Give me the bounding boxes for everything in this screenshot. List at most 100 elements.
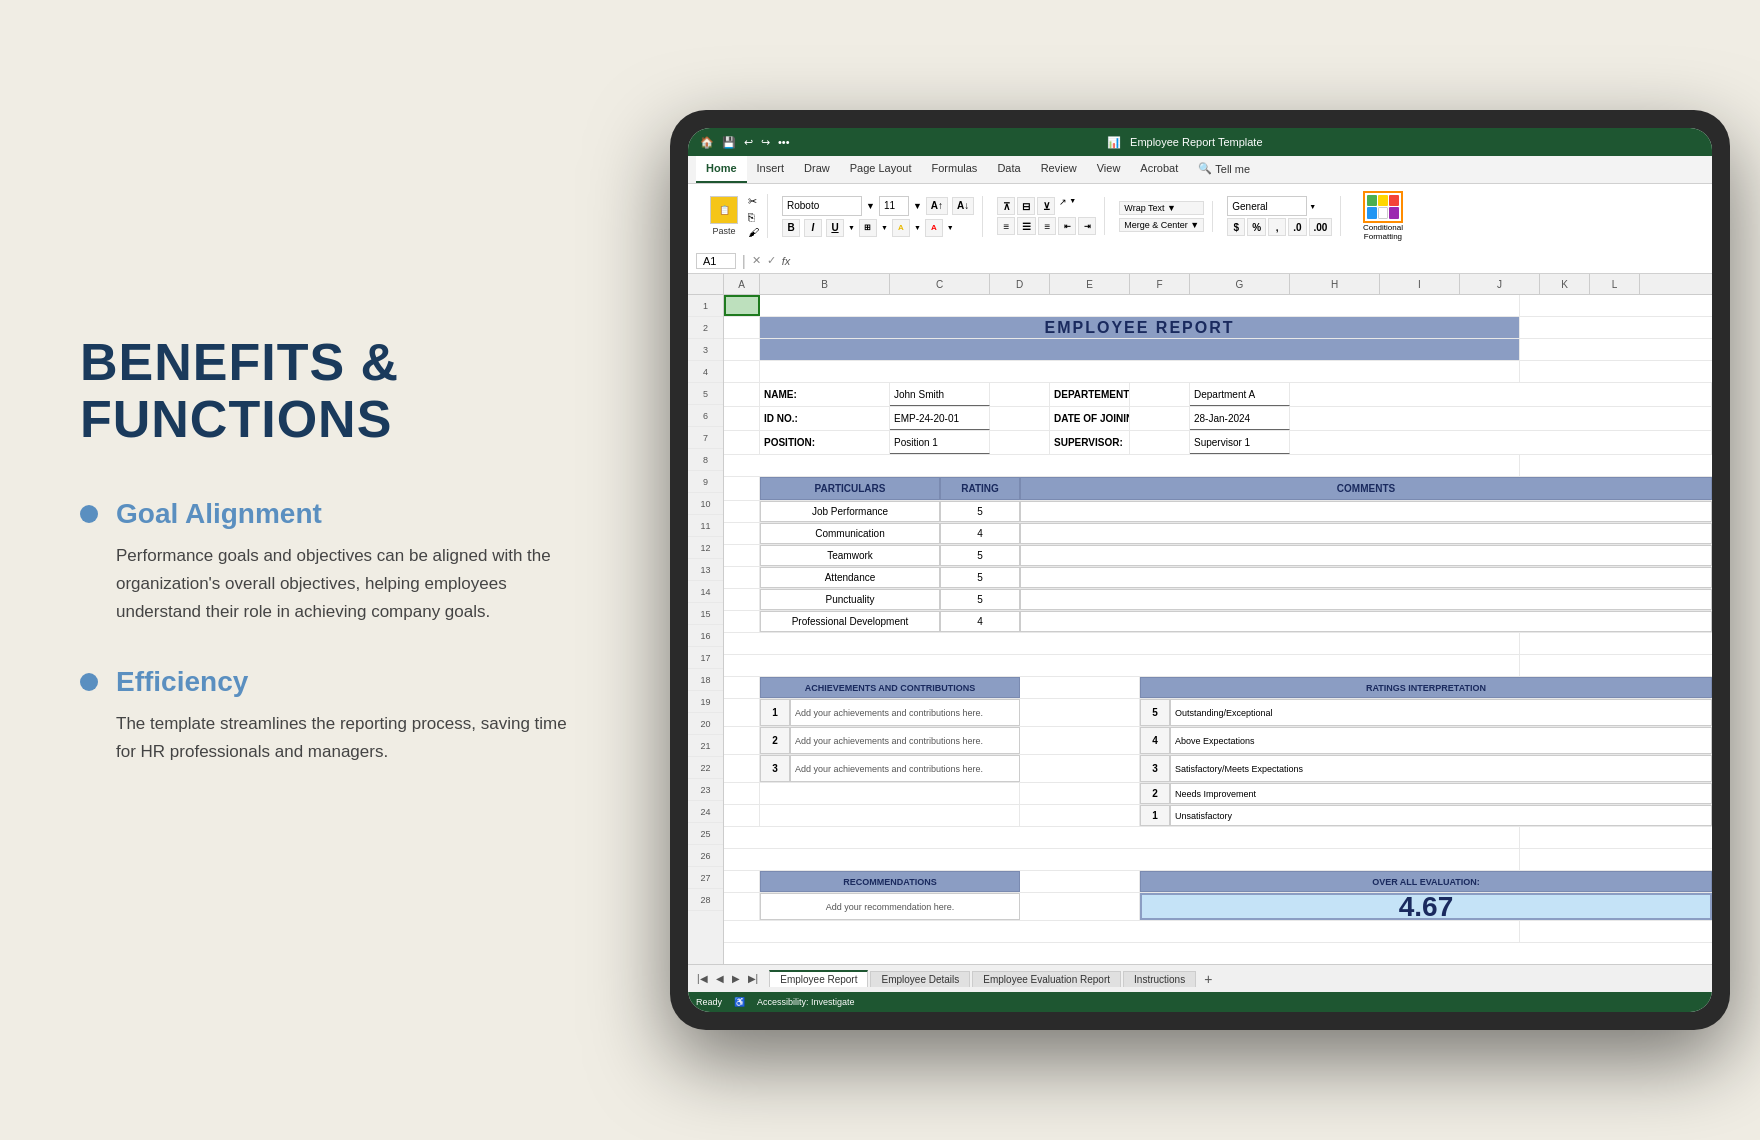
header-particulars[interactable]: PARTICULARS — [760, 477, 940, 500]
border-dropdown[interactable]: ▼ — [881, 224, 888, 231]
cell-id-label[interactable]: ID NO.: — [760, 407, 890, 430]
cell-name-label[interactable]: NAME: — [760, 383, 890, 406]
cell-rest-6[interactable] — [1290, 407, 1712, 430]
cell-a12[interactable] — [724, 545, 760, 566]
ach-text-2[interactable]: Add your achievements and contributions … — [790, 727, 1020, 754]
more-options-icon[interactable]: ••• — [778, 136, 790, 148]
conditional-formatting-label[interactable]: Conditional Formatting — [1355, 223, 1410, 241]
recommendations-text[interactable]: Add your recommendation here. — [760, 893, 1020, 920]
cell-pos-label[interactable]: POSITION: — [760, 431, 890, 454]
tab-insert[interactable]: Insert — [747, 156, 795, 183]
cell-name-value[interactable]: John Smith — [890, 383, 990, 406]
cell-profdev-rating[interactable]: 4 — [940, 611, 1020, 632]
cell-a7[interactable] — [724, 431, 760, 454]
cell-a13[interactable] — [724, 567, 760, 588]
percent-button[interactable]: % — [1247, 218, 1266, 236]
cell-comm-comments[interactable] — [1020, 523, 1712, 544]
cell-b1-merged[interactable] — [760, 295, 1520, 316]
bold-button[interactable]: B — [782, 219, 800, 237]
font-color-button[interactable]: A — [925, 219, 943, 237]
format-painter-button[interactable]: 🖌 — [748, 226, 759, 238]
cell-a26[interactable] — [724, 871, 760, 892]
wrap-text-button[interactable]: Wrap Text ▼ — [1119, 201, 1204, 215]
redo-icon[interactable]: ↪ — [761, 136, 770, 149]
cell-a3[interactable] — [724, 339, 760, 360]
align-top-button[interactable]: ⊼ — [997, 197, 1015, 215]
rating-score-1[interactable]: 1 — [1140, 805, 1170, 826]
overall-score-cell[interactable]: 4.67 — [1140, 893, 1712, 920]
cell-a14[interactable] — [724, 589, 760, 610]
cell-f5[interactable] — [1130, 383, 1190, 406]
cell-attend[interactable]: Attendance — [760, 567, 940, 588]
cell-gap20[interactable] — [1020, 727, 1140, 754]
rating-score-4[interactable]: 4 — [1140, 727, 1170, 754]
tab-page-layout[interactable]: Page Layout — [840, 156, 922, 183]
cell-punct-rating[interactable]: 5 — [940, 589, 1020, 610]
header-comments[interactable]: COMMENTS — [1020, 477, 1712, 500]
cell-doj-label[interactable]: DATE OF JOINING: — [1050, 407, 1130, 430]
cell-row16[interactable] — [724, 633, 1520, 654]
cell-dept-value[interactable]: Department A — [1190, 383, 1290, 406]
cell-row8[interactable] — [724, 455, 1520, 476]
sheet-tab-employee-details[interactable]: Employee Details — [870, 971, 970, 987]
cell-profdev-comments[interactable] — [1020, 611, 1712, 632]
last-sheet-arrow[interactable]: ▶| — [745, 973, 762, 984]
add-sheet-button[interactable]: + — [1198, 971, 1218, 987]
tab-data[interactable]: Data — [987, 156, 1030, 183]
cell-a21[interactable] — [724, 755, 760, 782]
overall-label-cell[interactable]: OVER ALL EVALUATION: — [1140, 871, 1712, 892]
cell-sup-value[interactable]: Supervisor 1 — [1190, 431, 1290, 454]
rating-score-2[interactable]: 2 — [1140, 783, 1170, 804]
cell-a10[interactable] — [724, 501, 760, 522]
ach-num-3[interactable]: 3 — [760, 755, 790, 782]
border-button[interactable]: ⊞ — [859, 219, 877, 237]
cell-a15[interactable] — [724, 611, 760, 632]
cell-b3[interactable] — [760, 339, 1520, 360]
align-right-button[interactable]: ≡ — [1038, 217, 1056, 235]
font-shrink-button[interactable]: A↓ — [952, 197, 974, 215]
formula-confirm-icon[interactable]: ✓ — [767, 254, 776, 267]
cell-gap26[interactable] — [1020, 871, 1140, 892]
cell-a22[interactable] — [724, 783, 760, 804]
rating-label-5[interactable]: Outstanding/Exceptional — [1170, 699, 1712, 726]
cell-a20[interactable] — [724, 727, 760, 754]
decrease-decimal-button[interactable]: .00 — [1309, 218, 1333, 236]
cell-a4[interactable] — [724, 361, 760, 382]
cell-sup-label[interactable]: SUPERVISOR: — [1050, 431, 1130, 454]
cell-pos-value[interactable]: Position 1 — [890, 431, 990, 454]
cell-reference-box[interactable]: A1 — [696, 253, 736, 269]
decrease-indent-button[interactable]: ⇤ — [1058, 217, 1076, 235]
rating-score-3[interactable]: 3 — [1140, 755, 1170, 782]
currency-button[interactable]: $ — [1227, 218, 1245, 236]
cell-team[interactable]: Teamwork — [760, 545, 940, 566]
cell-a9[interactable] — [724, 477, 760, 500]
ratings-header[interactable]: RATINGS INTERPRETATION — [1140, 677, 1712, 698]
tab-formulas[interactable]: Formulas — [922, 156, 988, 183]
increase-indent-button[interactable]: ⇥ — [1078, 217, 1096, 235]
font-size-input[interactable] — [879, 196, 909, 216]
ach-num-2[interactable]: 2 — [760, 727, 790, 754]
cell-job-rating[interactable]: 5 — [940, 501, 1020, 522]
tab-acrobat[interactable]: Acrobat — [1130, 156, 1188, 183]
excel-home-icon[interactable]: 🏠 — [700, 136, 714, 149]
cell-job-comments[interactable] — [1020, 501, 1712, 522]
cell-rest-7[interactable] — [1290, 431, 1712, 454]
underline-dropdown[interactable]: ▼ — [848, 224, 855, 231]
formula-input[interactable] — [796, 255, 1704, 267]
cell-gap23[interactable] — [1020, 805, 1140, 826]
font-color-dropdown[interactable]: ▼ — [947, 224, 954, 231]
align-center-button[interactable]: ☰ — [1017, 217, 1036, 235]
cell-row28[interactable] — [724, 921, 1520, 942]
tab-draw[interactable]: Draw — [794, 156, 840, 183]
cell-d7[interactable] — [990, 431, 1050, 454]
fill-dropdown[interactable]: ▼ — [914, 224, 921, 231]
merge-center-button[interactable]: Merge & Center ▼ — [1119, 218, 1204, 232]
cell-punct-comments[interactable] — [1020, 589, 1712, 610]
cell-gap22[interactable] — [1020, 783, 1140, 804]
copy-button[interactable]: ⎘ — [748, 211, 759, 223]
cell-a2[interactable] — [724, 317, 760, 338]
cell-comm[interactable]: Communication — [760, 523, 940, 544]
underline-button[interactable]: U — [826, 219, 844, 237]
cell-row25[interactable] — [724, 849, 1520, 870]
formula-cancel-icon[interactable]: ✕ — [752, 254, 761, 267]
